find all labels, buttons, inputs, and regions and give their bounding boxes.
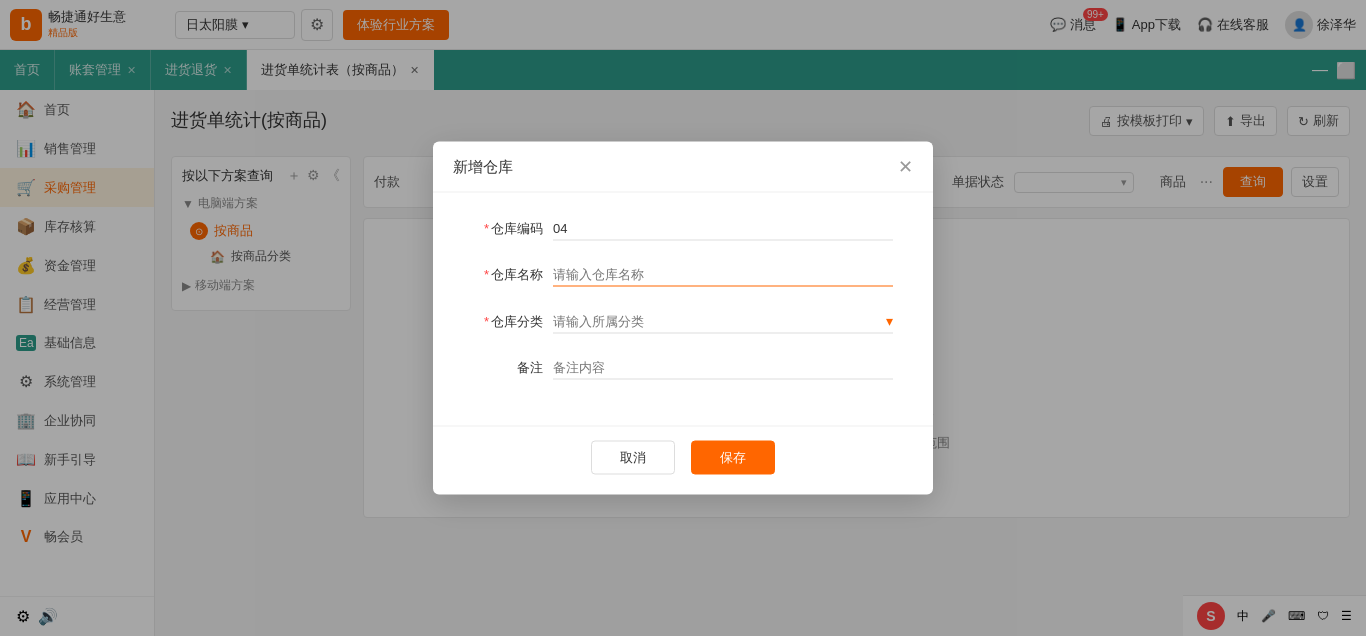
form-row-code: 仓库编码	[473, 217, 893, 241]
note-label: 备注	[473, 359, 543, 377]
name-input[interactable]	[553, 263, 893, 287]
name-label: 仓库名称	[473, 266, 543, 284]
code-input[interactable]	[553, 217, 893, 241]
modal-title: 新增仓库	[453, 157, 513, 176]
form-row-note: 备注	[473, 356, 893, 380]
form-row-name: 仓库名称	[473, 263, 893, 287]
note-input[interactable]	[553, 356, 893, 380]
category-label: 仓库分类	[473, 312, 543, 330]
modal-header: 新增仓库 ✕	[433, 142, 933, 193]
category-dropdown-icon: ▾	[886, 313, 893, 329]
save-button[interactable]: 保存	[691, 441, 775, 475]
modal-close-button[interactable]: ✕	[898, 156, 913, 178]
category-select-wrap[interactable]: ▾	[553, 309, 893, 334]
add-warehouse-modal: 新增仓库 ✕ 仓库编码 仓库名称 仓库分类 ▾ 备注 取消 保存	[433, 142, 933, 495]
code-label: 仓库编码	[473, 220, 543, 238]
form-row-category: 仓库分类 ▾	[473, 309, 893, 334]
modal-body: 仓库编码 仓库名称 仓库分类 ▾ 备注	[433, 193, 933, 426]
cancel-button[interactable]: 取消	[591, 441, 675, 475]
modal-footer: 取消 保存	[433, 426, 933, 495]
category-input[interactable]	[553, 313, 886, 328]
